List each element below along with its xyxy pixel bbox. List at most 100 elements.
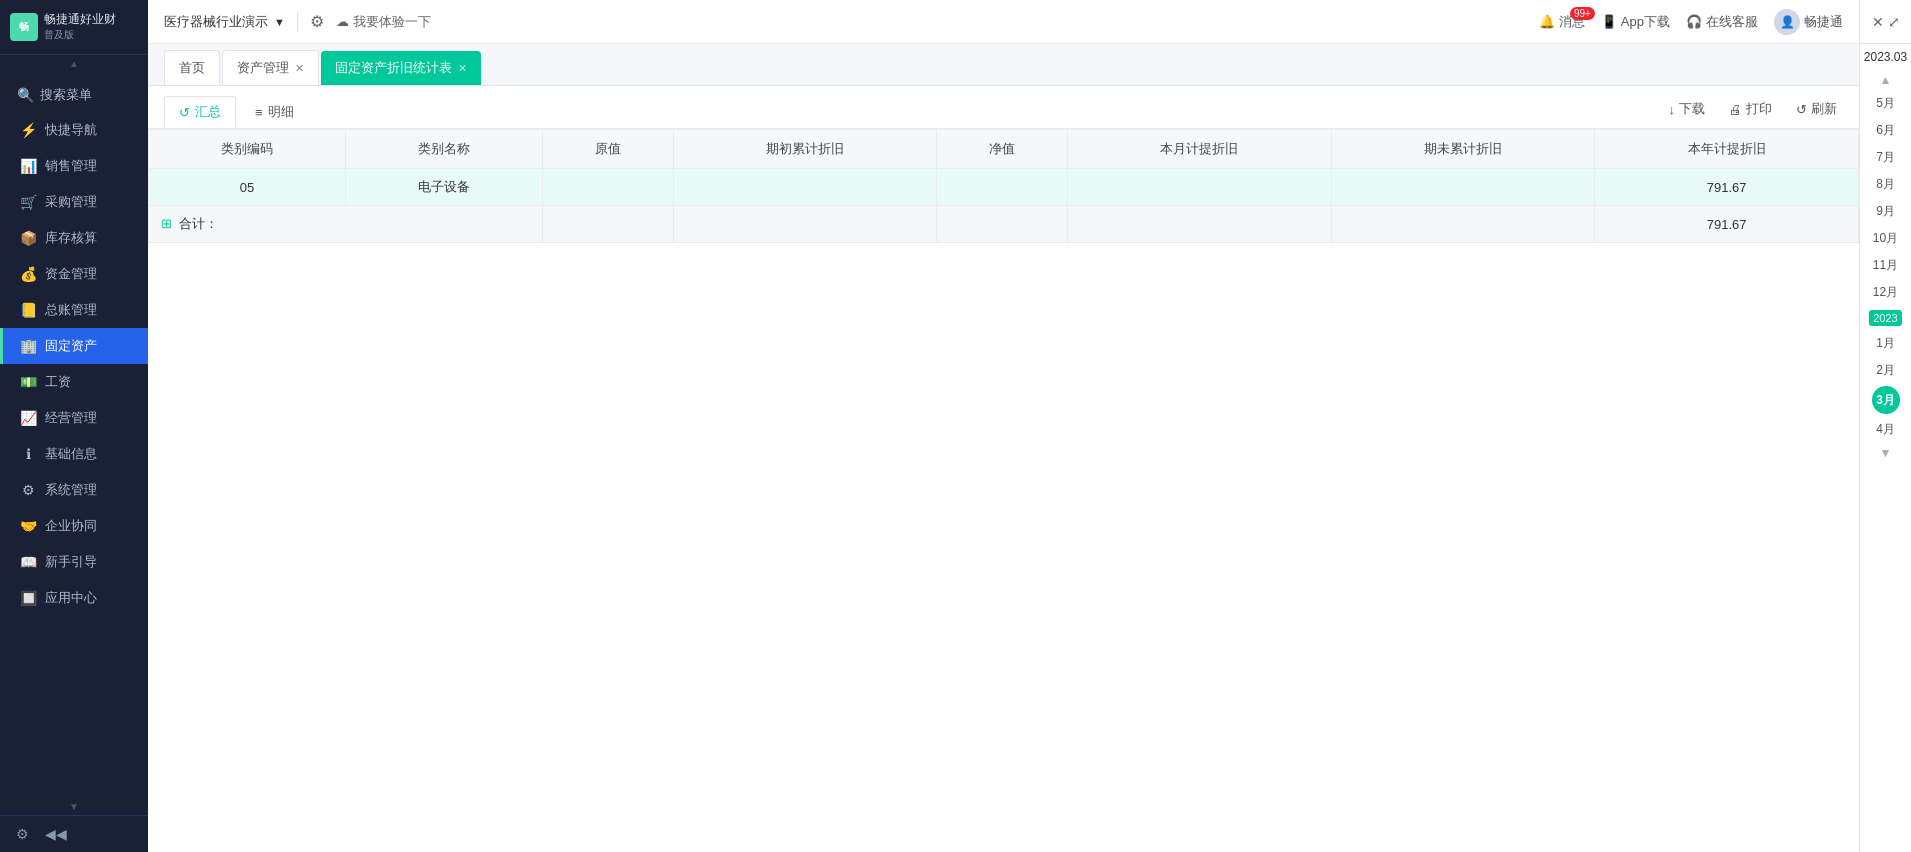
sidebar-nav: 🔍 搜索菜单 ⚡ 快捷导航 📊 销售管理 🛒 采购管理 📦 库存核算 💰 资金管… <box>0 72 148 798</box>
experience-btn[interactable]: ☁ 我要体验一下 <box>336 13 431 31</box>
company-selector[interactable]: 医疗器械行业演示 ▼ <box>164 13 285 31</box>
app-edition: 普及版 <box>44 28 116 42</box>
panel-expand-btn[interactable]: ⤢ <box>1888 14 1900 30</box>
sidebar-item-sales[interactable]: 📊 销售管理 <box>0 148 148 184</box>
cell-opening-depr <box>673 169 937 206</box>
download-btn[interactable]: ↓ 下载 <box>1663 97 1712 121</box>
table-header-row: 类别编码 类别名称 原值 期初累计折旧 净值 本月计提折旧 期未累计折旧 本年计… <box>149 130 1859 169</box>
sidebar-item-label: 总账管理 <box>45 301 97 319</box>
total-monthly-depr <box>1067 206 1331 243</box>
footer-settings-icon[interactable]: ⚙ <box>16 826 29 842</box>
total-original-value <box>543 206 674 243</box>
app-download-label: App下载 <box>1621 13 1670 31</box>
tab-home[interactable]: 首页 <box>164 50 220 85</box>
sidebar-item-funds[interactable]: 💰 资金管理 <box>0 256 148 292</box>
app-download-btn[interactable]: 📱 App下载 <box>1601 13 1670 31</box>
month-item-8[interactable]: 8月 <box>1860 171 1911 198</box>
sidebar-item-label: 应用中心 <box>45 589 97 607</box>
notifications-btn[interactable]: 🔔 消息 99+ <box>1539 13 1585 31</box>
tab-depreciation-label: 固定资产折旧统计表 <box>335 59 452 77</box>
panel-close-btn[interactable]: ✕ <box>1872 14 1884 30</box>
sidebar-item-payroll[interactable]: 💵 工资 <box>0 364 148 400</box>
month-item-1[interactable]: 1月 <box>1860 330 1911 357</box>
sidebar-item-label: 资金管理 <box>45 265 97 283</box>
sidebar-item-inventory[interactable]: 📦 库存核算 <box>0 220 148 256</box>
month-item-2[interactable]: 2月 <box>1860 357 1911 384</box>
month-item-10[interactable]: 10月 <box>1860 225 1911 252</box>
tab-asset-mgmt[interactable]: 资产管理 ✕ <box>222 50 319 85</box>
year-badge: 2023 <box>1869 310 1901 326</box>
sidebar-item-guide[interactable]: 📖 新手引导 <box>0 544 148 580</box>
total-row: ⊞ 合计： 791.67 <box>149 206 1859 243</box>
avatar: 👤 <box>1774 9 1800 35</box>
panel-header: ✕ ⤢ <box>1860 0 1911 44</box>
month-list: ▲ 5月 6月 7月 8月 9月 10月 11月 12月 2023 1月 2月 … <box>1860 70 1911 852</box>
user-label: 畅捷通 <box>1804 13 1843 31</box>
sidebar-item-label: 搜索菜单 <box>40 86 92 104</box>
total-label-cell: ⊞ 合计： <box>149 206 543 243</box>
download-icon: ↓ <box>1669 102 1676 117</box>
sidebar-item-enterprise[interactable]: 🤝 企业协同 <box>0 508 148 544</box>
topbar-settings-icon[interactable]: ⚙ <box>310 12 324 31</box>
total-annual-depr: 791.67 <box>1595 206 1859 243</box>
subtab-summary[interactable]: ↺ 汇总 <box>164 96 236 128</box>
sidebar-item-system[interactable]: ⚙ 系统管理 <box>0 472 148 508</box>
total-opening-depr <box>673 206 937 243</box>
topbar: 医疗器械行业演示 ▼ ⚙ ☁ 我要体验一下 🔔 消息 99+ 📱 App下载 🎧… <box>148 0 1859 44</box>
footer-collapse-icon[interactable]: ◀◀ <box>45 826 67 842</box>
month-item-6[interactable]: 6月 <box>1860 117 1911 144</box>
panel-nav-up[interactable]: ▲ <box>1877 70 1895 90</box>
panel-nav-down[interactable]: ▼ <box>1877 443 1895 463</box>
table-container: 类别编码 类别名称 原值 期初累计折旧 净值 本月计提折旧 期未累计折旧 本年计… <box>148 129 1859 852</box>
table-row: 05 电子设备 791.67 <box>149 169 1859 206</box>
sidebar-item-search[interactable]: 🔍 搜索菜单 <box>0 78 148 112</box>
month-item-5[interactable]: 5月 <box>1860 90 1911 117</box>
month-item-12[interactable]: 12月 <box>1860 279 1911 306</box>
sidebar-item-fixed-assets[interactable]: 🏢 固定资产 <box>0 328 148 364</box>
quick-nav-icon: ⚡ <box>19 122 37 138</box>
subtab-summary-label: 汇总 <box>195 103 221 121</box>
month-item-4[interactable]: 4月 <box>1860 416 1911 443</box>
topbar-right: 🔔 消息 99+ 📱 App下载 🎧 在线客服 👤 畅捷通 <box>1539 9 1843 35</box>
col-closing-depr: 期未累计折旧 <box>1331 130 1595 169</box>
experience-label: 我要体验一下 <box>353 13 431 31</box>
sidebar-item-ops[interactable]: 📈 经营管理 <box>0 400 148 436</box>
tab-asset-mgmt-close[interactable]: ✕ <box>295 62 304 75</box>
sidebar-item-label: 固定资产 <box>45 337 97 355</box>
month-item-9[interactable]: 9月 <box>1860 198 1911 225</box>
company-name: 医疗器械行业演示 <box>164 13 268 31</box>
panel-year-label: 2023.03 <box>1860 44 1911 70</box>
app-title: 畅捷通好业财 <box>44 12 116 28</box>
tab-depreciation-close[interactable]: ✕ <box>458 62 467 75</box>
depreciation-table: 类别编码 类别名称 原值 期初累计折旧 净值 本月计提折旧 期未累计折旧 本年计… <box>148 129 1859 243</box>
sidebar-footer: ⚙ ◀◀ <box>0 815 148 852</box>
subtab-detail-label: 明细 <box>268 103 294 121</box>
user-profile-btn[interactable]: 👤 畅捷通 <box>1774 9 1843 35</box>
subtab-detail[interactable]: ≡ 明细 <box>240 96 309 128</box>
month-item-3-active[interactable]: 3月 <box>1872 386 1900 414</box>
topbar-divider <box>297 12 298 32</box>
sidebar-item-basic-info[interactable]: ℹ 基础信息 <box>0 436 148 472</box>
refresh-btn[interactable]: ↺ 刷新 <box>1790 97 1843 121</box>
phone-icon: 📱 <box>1601 14 1617 29</box>
month-item-7[interactable]: 7月 <box>1860 144 1911 171</box>
sidebar-item-purchase[interactable]: 🛒 采购管理 <box>0 184 148 220</box>
print-btn[interactable]: 🖨 打印 <box>1723 97 1778 121</box>
sidebar-item-app-center[interactable]: 🔲 应用中心 <box>0 580 148 616</box>
print-icon: 🖨 <box>1729 102 1742 117</box>
customer-service-label: 在线客服 <box>1706 13 1758 31</box>
sidebar-item-quick-nav[interactable]: ⚡ 快捷导航 <box>0 112 148 148</box>
sidebar-item-label: 基础信息 <box>45 445 97 463</box>
total-icon: ⊞ <box>161 216 172 231</box>
bell-icon: 🔔 <box>1539 14 1555 29</box>
customer-service-btn[interactable]: 🎧 在线客服 <box>1686 13 1758 31</box>
sidebar-item-label: 经营管理 <box>45 409 97 427</box>
month-item-11[interactable]: 11月 <box>1860 252 1911 279</box>
download-label: 下载 <box>1679 100 1705 118</box>
sidebar-item-ledger[interactable]: 📒 总账管理 <box>0 292 148 328</box>
cell-monthly-depr <box>1067 169 1331 206</box>
right-panel: ✕ ⤢ 2023.03 ▲ 5月 6月 7月 8月 9月 10月 11月 12月… <box>1859 0 1911 852</box>
tab-depreciation-report[interactable]: 固定资产折旧统计表 ✕ <box>321 51 481 85</box>
funds-icon: 💰 <box>19 266 37 282</box>
col-monthly-depr: 本月计提折旧 <box>1067 130 1331 169</box>
